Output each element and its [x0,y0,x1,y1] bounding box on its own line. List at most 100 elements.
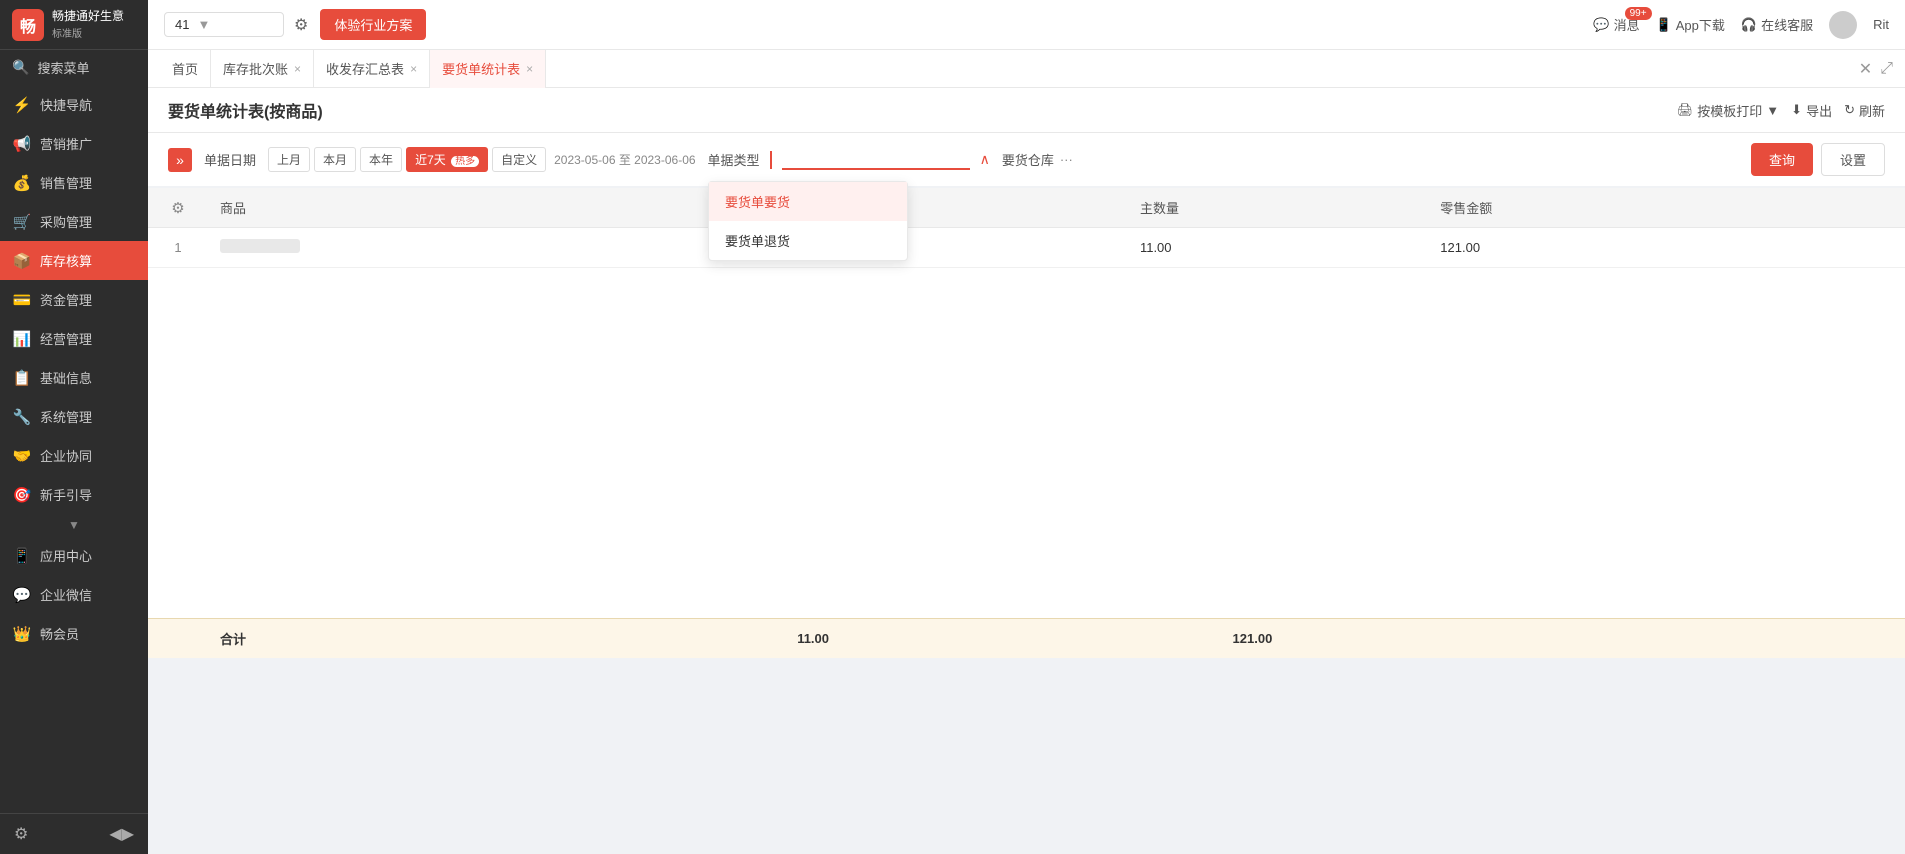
sidebar-item-sales[interactable]: 💰 销售管理 [0,163,148,202]
refresh-btn[interactable]: ↻ 刷新 [1844,101,1885,120]
cell-index: 1 [148,228,208,268]
last-7-days-btn[interactable]: 近7天 热多 [406,147,488,172]
refresh-icon: ↻ [1844,102,1855,118]
dropdown-item-order-goods[interactable]: 要货单要货 [709,182,907,221]
sidebar-scroll-down[interactable]: ▼ [0,514,148,536]
cell-extra [1791,228,1905,268]
data-table: ⚙ 商品 主计量单位 主数量 零售金额 1 [148,188,1905,268]
sidebar-item-finance[interactable]: 💳 资金管理 [0,280,148,319]
query-btn[interactable]: 查询 [1751,143,1813,176]
app-download-btn[interactable]: 📱 App下载 [1656,15,1725,34]
last-month-btn[interactable]: 上月 [268,147,310,172]
summary-unit-empty [598,619,785,658]
basic-icon: 📋 [12,369,32,387]
settings-btn[interactable]: 设置 [1821,143,1885,176]
sidebar: 畅 畅捷通好生意 标准版 🔍 搜索菜单 ⚡ 快捷导航 📢 营销推广 💰 销售管理… [0,0,148,854]
th-settings: ⚙ [148,188,208,228]
sidebar-item-quick-nav-label: 快捷导航 [40,95,136,114]
sidebar-item-marketing[interactable]: 📢 营销推广 [0,124,148,163]
type-separator [770,151,772,169]
print-btn[interactable]: 🖨 按模板打印 ▼ [1677,101,1779,120]
export-icon: ⬇ [1791,102,1802,118]
filter-btns: 查询 设置 [1751,143,1885,176]
username[interactable]: Rit [1873,17,1889,32]
type-dropdown-btn[interactable]: ∧ [980,151,990,168]
filter-expand-btn[interactable]: » [168,148,192,172]
message-btn[interactable]: 💬 消息 99+ [1593,15,1639,34]
sidebar-item-guide-label: 新手引导 [40,485,136,504]
sidebar-item-quick-nav[interactable]: ⚡ 快捷导航 [0,85,148,124]
search-icon: 🔍 [12,59,29,76]
table-settings-icon[interactable]: ⚙ [171,200,184,217]
summary-extra [1718,619,1905,658]
tab-batch-account-close[interactable]: × [294,62,301,76]
tabbar: 首页 库存批次账 × 收发存汇总表 × 要货单统计表 × ✕ ⤢ [148,50,1905,88]
tab-order-stats[interactable]: 要货单统计表 × [430,50,546,88]
sidebar-search[interactable]: 🔍 搜索菜单 [0,50,148,85]
cell-quantity[interactable]: 11.00 [1128,228,1428,268]
tab-collect-send-close[interactable]: × [410,62,417,76]
sidebar-item-system[interactable]: 🔧 系统管理 [0,397,148,436]
summary-row: 合计 11.00 121.00 [148,619,1905,658]
sidebar-item-enterprise[interactable]: 🤝 企业协同 [0,436,148,475]
sidebar-item-finance-label: 资金管理 [40,290,136,309]
tab-collect-send[interactable]: 收发存汇总表 × [314,50,430,88]
tab-order-stats-close[interactable]: × [526,62,533,76]
tab-close-all-icon[interactable]: ✕ [1859,59,1872,79]
warehouse-filter-group: 要货仓库 ··· [1002,150,1073,169]
sidebar-item-purchase[interactable]: 🛒 采购管理 [0,202,148,241]
this-year-btn[interactable]: 本年 [360,147,402,172]
sidebar-item-operation[interactable]: 📊 经营管理 [0,319,148,358]
cell-product [208,228,704,268]
page-content: 要货单统计表(按商品) 🖨 按模板打印 ▼ ⬇ 导出 ↻ 刷新 [148,88,1905,854]
operation-icon: 📊 [12,330,32,348]
this-month-btn[interactable]: 本月 [314,147,356,172]
sidebar-item-inventory[interactable]: 📦 库存核算 [0,241,148,280]
sidebar-item-guide[interactable]: 🎯 新手引导 [0,475,148,514]
summary-table: 合计 11.00 121.00 [148,619,1905,658]
avatar [1829,11,1857,39]
date-range-display: 2023-05-06 至 2023-06-06 [554,151,695,168]
tab-home[interactable]: 首页 [160,50,211,88]
tab-home-label: 首页 [172,59,198,78]
tab-expand-icon[interactable]: ⤢ [1880,60,1893,78]
member-icon: 👑 [12,625,32,643]
finance-icon: 💳 [12,291,32,309]
sidebar-item-basic[interactable]: 📋 基础信息 [0,358,148,397]
sidebar-item-app-center[interactable]: 📱 应用中心 [0,536,148,575]
sidebar-item-app-center-label: 应用中心 [40,546,136,565]
custom-date-btn[interactable]: 自定义 [492,147,546,172]
tab-batch-account[interactable]: 库存批次账 × [211,50,314,88]
cell-amount[interactable]: 121.00 [1428,228,1790,268]
type-input[interactable] [782,149,970,170]
service-btn[interactable]: 🎧 在线客服 [1741,15,1813,34]
service-icon: 🎧 [1741,17,1757,33]
type-label: 单据类型 [708,150,760,169]
type-filter-group: 单据类型 ∧ [708,149,990,170]
tab-actions: ✕ ⤢ [1859,59,1893,79]
warehouse-dots[interactable]: ··· [1060,152,1073,167]
summary-quantity: 11.00 [785,619,1220,658]
page-title: 要货单统计表(按商品) [168,98,323,122]
page-header-actions: 🖨 按模板打印 ▼ ⬇ 导出 ↻ 刷新 [1677,101,1885,120]
print-arrow-icon: ▼ [1766,103,1779,118]
guide-icon: 🎯 [12,486,32,504]
sidebar-settings-icon[interactable]: ⚙ [14,824,28,844]
export-btn[interactable]: ⬇ 导出 [1791,101,1832,120]
sidebar-item-corp-wechat[interactable]: 💬 企业微信 [0,575,148,614]
sidebar-collapse-icon[interactable]: ◀▶ [109,824,134,844]
sidebar-item-enterprise-label: 企业协同 [40,446,136,465]
store-selector[interactable]: 41 ▼ [164,12,284,37]
corp-wechat-icon: 💬 [12,586,32,604]
topbar-settings-icon[interactable]: ⚙ [294,15,308,35]
sidebar-item-purchase-label: 采购管理 [40,212,136,231]
hot-badge: 热多 [451,156,479,167]
system-icon: 🔧 [12,408,32,426]
print-label: 按模板打印 [1697,101,1762,120]
dropdown-item-order-return[interactable]: 要货单退货 [709,221,907,260]
app-center-icon: 📱 [12,547,32,565]
trial-btn[interactable]: 体验行业方案 [320,9,426,40]
sidebar-item-member[interactable]: 👑 畅会员 [0,614,148,653]
date-range-group: 上月 本月 本年 近7天 热多 自定义 2023-05-06 至 2023-06… [268,147,696,172]
message-badge: 99+ [1625,7,1652,20]
